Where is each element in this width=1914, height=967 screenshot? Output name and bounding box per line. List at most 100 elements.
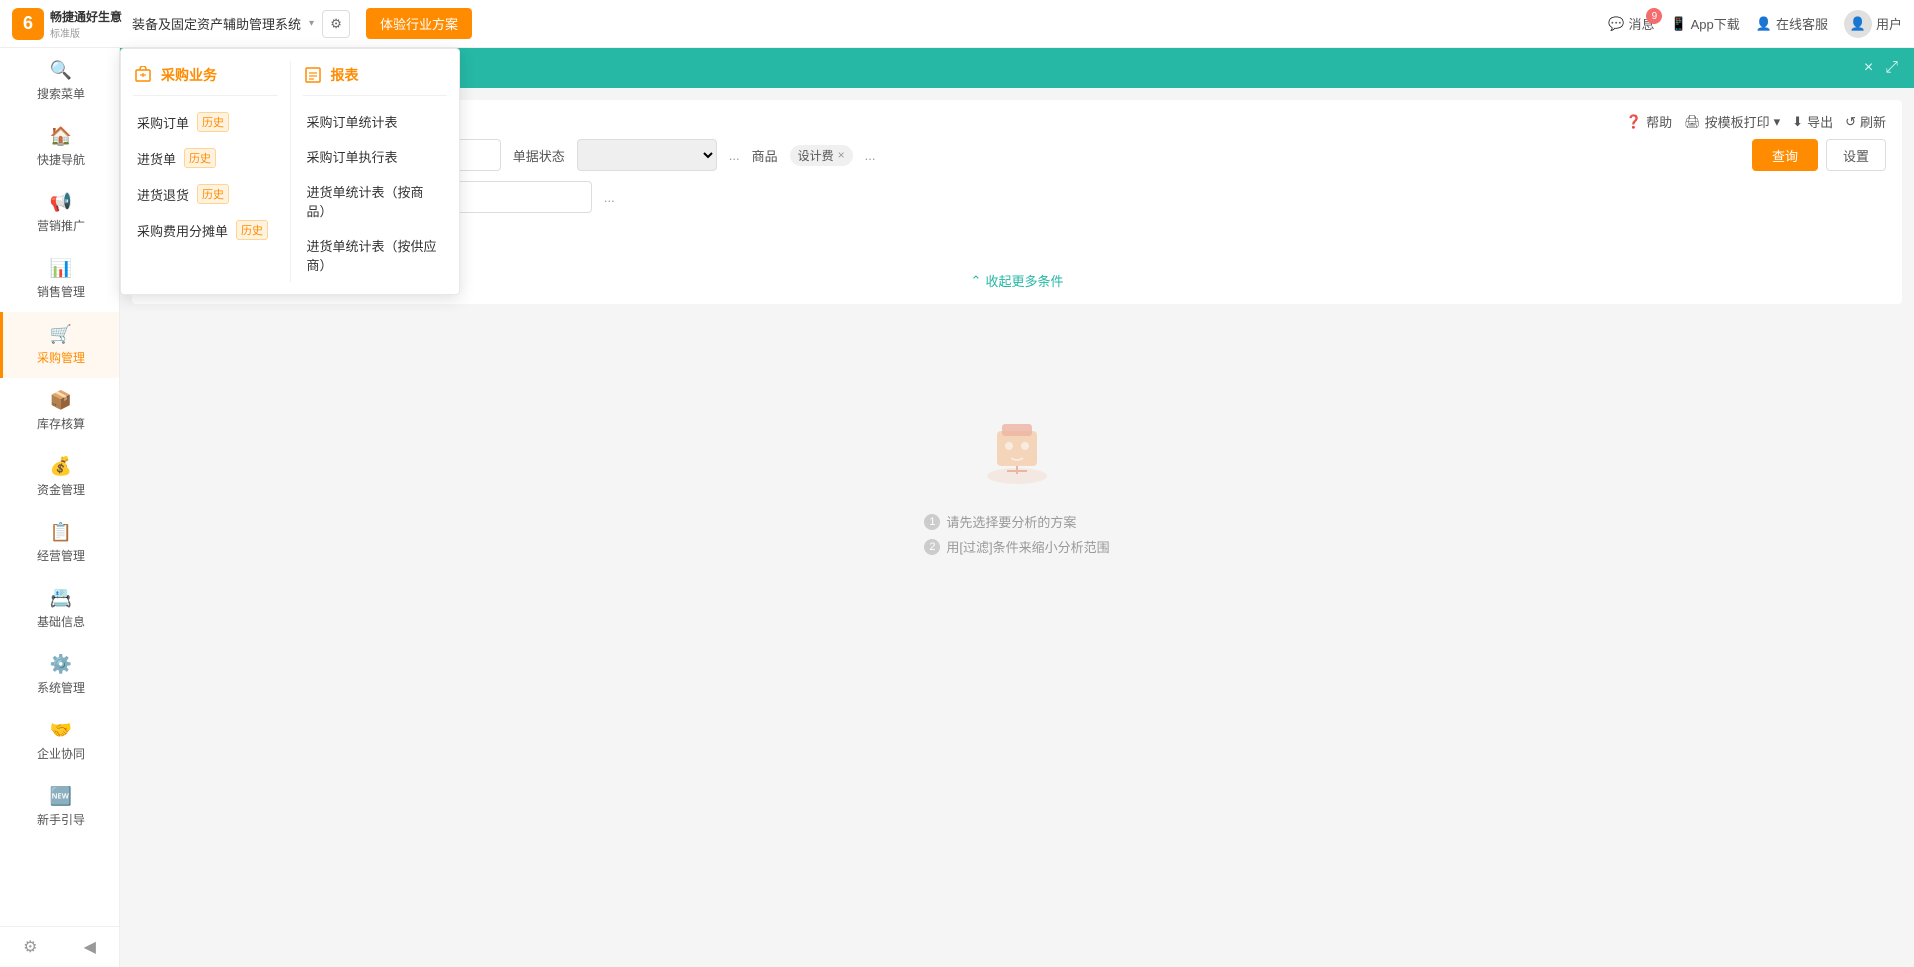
print-btn[interactable]: 🖨 按模板打印 ▾ — [1684, 112, 1780, 131]
voucher-status-label: 单据状态 — [513, 146, 565, 165]
app-icon: 📱 — [1670, 16, 1686, 32]
dropdown-item-incoming[interactable]: 进货单 历史 — [133, 140, 278, 176]
sidebar-item-guide[interactable]: 🆕 新手引导 — [0, 774, 119, 840]
refresh-icon: ↺ — [1845, 114, 1856, 130]
sidebar-label-basic-info: 基础信息 — [37, 613, 85, 630]
help-btn[interactable]: ❓ 帮助 — [1626, 112, 1672, 131]
dropdown-item-cost-split[interactable]: 采购费用分摊单 历史 — [133, 212, 278, 248]
message-badge: 9 — [1646, 8, 1662, 24]
sidebar-label-marketing: 营销推广 — [37, 217, 85, 234]
voucher-status-select[interactable] — [577, 139, 717, 171]
export-btn[interactable]: ⬇ 导出 — [1792, 112, 1833, 131]
dropdown-item-incoming-stats-goods[interactable]: 进货单统计表（按商品） — [303, 174, 448, 228]
collapse-label: 收起更多条件 — [985, 271, 1063, 290]
print-arrow[interactable]: ▾ — [1774, 114, 1781, 130]
system-title-area: 装备及固定资产辅助管理系统 ▾ ⚙ 体验行业方案 — [132, 8, 1608, 39]
sidebar-item-cooperation[interactable]: 🤝 企业协同 — [0, 708, 119, 774]
marketing-icon: 📢 — [50, 192, 72, 213]
sidebar-label-guide: 新手引导 — [37, 811, 85, 828]
sidebar-item-sales[interactable]: 📊 销售管理 — [0, 246, 119, 312]
help-label: 帮助 — [1646, 112, 1672, 131]
sidebar-item-quick-nav[interactable]: 🏠 快捷导航 — [0, 114, 119, 180]
filter-actions: 查询 设置 — [1752, 139, 1886, 171]
sidebar-item-inventory[interactable]: 📦 库存核算 — [0, 378, 119, 444]
help-icon: ❓ — [1626, 114, 1642, 130]
sidebar-collapse-btn[interactable]: ◀ — [84, 937, 96, 957]
empty-illustration — [967, 396, 1067, 496]
return-hist: 历史 — [197, 184, 229, 204]
goods-chip-remove[interactable]: × — [838, 148, 845, 162]
search-icon: 🔍 — [50, 60, 72, 81]
dropdown-report-header: 报表 — [303, 61, 448, 96]
service-icon: 👤 — [1756, 16, 1772, 32]
sidebar-item-operations[interactable]: 📋 经营管理 — [0, 510, 119, 576]
top-header: 6 畅捷通好生意 标准版 装备及固定资产辅助管理系统 ▾ ⚙ 体验行业方案 💬 … — [0, 0, 1914, 48]
salesman-dots[interactable]: ... — [604, 190, 615, 205]
empty-state: 1 请先选择要分析的方案 2 用[过滤]条件来缩小分析范围 — [132, 316, 1902, 636]
collapse-icon: ⌃ — [971, 273, 982, 289]
dropdown-item-po-stats[interactable]: 采购订单统计表 — [303, 104, 448, 139]
export-label: 导出 — [1807, 112, 1833, 131]
logo-icon: 6 — [12, 8, 44, 40]
sidebar-label-sales: 销售管理 — [37, 283, 85, 300]
toolbar-right: ❓ 帮助 🖨 按模板打印 ▾ ⬇ 导出 ↺ — [1626, 112, 1886, 131]
po-exec-label: 采购订单执行表 — [307, 147, 398, 166]
gear-button[interactable]: ⚙ — [322, 10, 350, 38]
dropdown-item-return[interactable]: 进货退货 历史 — [133, 176, 278, 212]
system-title-arrow[interactable]: ▾ — [309, 18, 314, 29]
dropdown-item-purchase-order[interactable]: 采购订单 历史 — [133, 104, 278, 140]
empty-tip-2: 2 用[过滤]条件来缩小分析范围 — [924, 537, 1109, 556]
sidebar-item-marketing[interactable]: 📢 营销推广 — [0, 180, 119, 246]
sidebar-label-purchase: 采购管理 — [37, 349, 85, 366]
incoming-stats-goods-label: 进货单统计表（按商品） — [307, 182, 444, 220]
home-icon: 🏠 — [50, 126, 72, 147]
cost-split-hist: 历史 — [236, 220, 268, 240]
goods-chip: 设计费 × — [790, 145, 853, 166]
sidebar-label-inventory: 库存核算 — [37, 415, 85, 432]
incoming-label: 进货单 — [137, 149, 176, 168]
dropdown-purchase-title: 采购业务 — [161, 65, 217, 85]
user-avatar: 👤 — [1844, 10, 1872, 38]
tab-bar-right: × ⤢ — [1848, 55, 1914, 81]
logo-text: 畅捷通好生意 标准版 — [50, 8, 122, 40]
tab-expand-icon[interactable]: ⤢ — [1881, 55, 1902, 81]
refresh-label: 刷新 — [1860, 112, 1886, 131]
po-stats-label: 采购订单统计表 — [307, 112, 398, 131]
sidebar-item-search[interactable]: 🔍 搜索菜单 — [0, 48, 119, 114]
goods-dots[interactable]: ... — [865, 148, 876, 163]
setting-btn[interactable]: 设置 — [1826, 139, 1886, 171]
message-action[interactable]: 💬 消息 9 — [1608, 14, 1654, 33]
sidebar-label-capital: 资金管理 — [37, 481, 85, 498]
logo-sub: 标准版 — [50, 25, 122, 40]
query-btn[interactable]: 查询 — [1752, 139, 1818, 171]
dropdown-item-incoming-stats-supplier[interactable]: 进货单统计表（按供应商） — [303, 228, 448, 282]
sidebar-item-basic-info[interactable]: 📇 基础信息 — [0, 576, 119, 642]
purchase-col-icon — [133, 65, 153, 85]
goods-label: 商品 — [752, 146, 778, 165]
sidebar-label-search: 搜索菜单 — [37, 85, 85, 102]
refresh-btn[interactable]: ↺ 刷新 — [1845, 112, 1886, 131]
cooperation-icon: 🤝 — [50, 720, 72, 741]
system-icon: ⚙️ — [50, 654, 72, 675]
dropdown-item-po-exec[interactable]: 采购订单执行表 — [303, 139, 448, 174]
tab-close-icon[interactable]: × — [1860, 55, 1877, 81]
sidebar-settings-btn[interactable]: ⚙ — [23, 937, 37, 957]
print-label: 按模板打印 — [1705, 112, 1770, 131]
service-label: 在线客服 — [1776, 14, 1828, 33]
sidebar-item-capital[interactable]: 💰 资金管理 — [0, 444, 119, 510]
voucher-status-dots[interactable]: ... — [729, 148, 740, 163]
system-title-text: 装备及固定资产辅助管理系统 — [132, 14, 301, 33]
app-download-action[interactable]: 📱 App下载 — [1670, 14, 1739, 33]
user-action[interactable]: 👤 用户 — [1844, 10, 1902, 38]
sidebar-item-purchase[interactable]: 🛒 采购管理 — [0, 312, 119, 378]
industry-btn[interactable]: 体验行业方案 — [366, 8, 472, 39]
purchase-order-hist: 历史 — [197, 112, 229, 132]
dropdown-col-purchase: 采购业务 采购订单 历史 进货单 历史 进货退货 历史 采购费用分摊单 历史 — [121, 61, 290, 282]
sidebar-label-system: 系统管理 — [37, 679, 85, 696]
cost-split-label: 采购费用分摊单 — [137, 221, 228, 240]
report-col-icon — [303, 65, 323, 85]
sidebar: 🔍 搜索菜单 🏠 快捷导航 📢 营销推广 📊 销售管理 🛒 采购管理 📦 库存核… — [0, 48, 120, 967]
empty-tips: 1 请先选择要分析的方案 2 用[过滤]条件来缩小分析范围 — [924, 512, 1109, 556]
service-action[interactable]: 👤 在线客服 — [1756, 14, 1828, 33]
sidebar-item-system[interactable]: ⚙️ 系统管理 — [0, 642, 119, 708]
